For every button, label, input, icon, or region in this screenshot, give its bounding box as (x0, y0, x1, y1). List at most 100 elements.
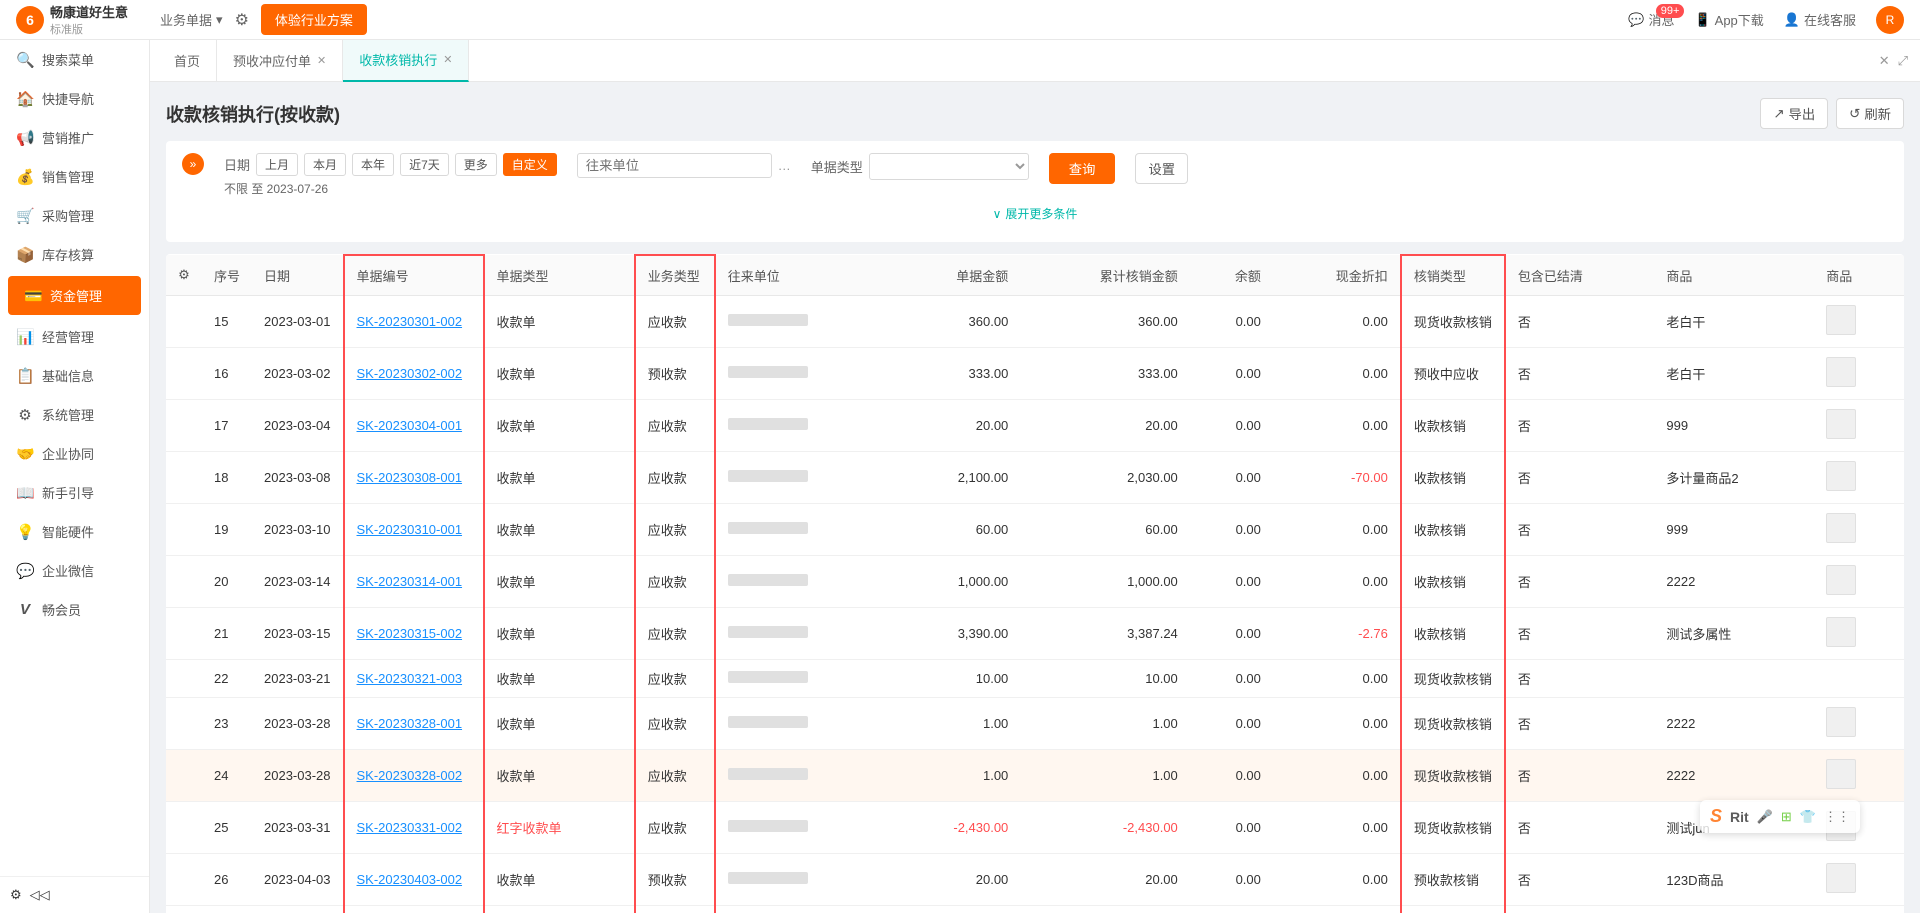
row-danhao[interactable]: SK-20230321-003 (344, 660, 484, 698)
row-settings[interactable] (166, 802, 202, 854)
sidebar-item-member[interactable]: V 畅会员 (0, 590, 149, 629)
row-settings[interactable] (166, 348, 202, 400)
voucher-type-select[interactable] (869, 153, 1029, 180)
row-settings[interactable] (166, 556, 202, 608)
sidebar-item-inventory[interactable]: 📦 库存核算 (0, 235, 149, 274)
cart-icon: 🛒 (16, 207, 34, 225)
settings-bottom-icon[interactable]: ⚙ (10, 887, 22, 903)
row-goods: 2222 (1654, 698, 1814, 750)
row-settings[interactable] (166, 698, 202, 750)
row-date: 2023-03-21 (252, 660, 344, 698)
date-btn-last-month[interactable]: 上月 (256, 153, 298, 176)
sidebar-item-hardware[interactable]: 💡 智能硬件 (0, 512, 149, 551)
row-cumulative: 2,030.00 (1020, 452, 1189, 504)
messages-item[interactable]: 💬 消息 99+ (1628, 10, 1674, 29)
row-yewu: 应收款 (635, 452, 715, 504)
tab-prepay-close[interactable]: ✕ (317, 54, 326, 67)
sidebar-item-basics[interactable]: 📋 基础信息 (0, 356, 149, 395)
table-row: 192023-03-10SK-20230310-001收款单应收款60.0060… (166, 504, 1904, 556)
row-danhao[interactable]: SK-20230403-002 (344, 854, 484, 906)
row-settings[interactable] (166, 750, 202, 802)
row-yewu: 应收款 (635, 698, 715, 750)
tab-prepay[interactable]: 预收冲应付单 ✕ (217, 40, 343, 82)
sidebar-item-system[interactable]: ⚙ 系统管理 (0, 395, 149, 434)
export-button[interactable]: ↗ 导出 (1760, 98, 1828, 129)
row-settings[interactable] (166, 452, 202, 504)
row-danhao[interactable]: SK-20230408-001 (344, 906, 484, 913)
row-danhao[interactable]: SK-20230331-002 (344, 802, 484, 854)
toggle-filter-btn[interactable]: » (182, 153, 204, 175)
col-settings-header[interactable]: ⚙ (166, 255, 202, 296)
row-settings[interactable] (166, 296, 202, 348)
row-settings[interactable] (166, 906, 202, 913)
row-settings[interactable] (166, 608, 202, 660)
nav-dropdown[interactable]: 业务单据 ▾ (160, 10, 223, 29)
partner-input[interactable] (577, 153, 772, 178)
row-danhao[interactable]: SK-20230302-002 (344, 348, 484, 400)
sidebar-item-sales[interactable]: 💰 销售管理 (0, 157, 149, 196)
date-btn-custom[interactable]: 自定义 (503, 153, 557, 176)
bulb-icon: 💡 (16, 523, 34, 541)
row-cumulative: 1.00 (1020, 698, 1189, 750)
table-row: 162023-03-02SK-20230302-002收款单预收款333.003… (166, 348, 1904, 400)
app-download-item[interactable]: 📱 App下载 (1694, 10, 1763, 29)
user-avatar[interactable]: R (1876, 6, 1904, 34)
row-goods: 测试多属性 (1654, 608, 1814, 660)
date-btn-this-year[interactable]: 本年 (352, 153, 394, 176)
date-btn-more[interactable]: 更多 (455, 153, 497, 176)
row-danhao[interactable]: SK-20230328-001 (344, 698, 484, 750)
app-download-label: App下载 (1715, 10, 1764, 29)
row-danhao[interactable]: SK-20230315-002 (344, 608, 484, 660)
row-danhao[interactable]: SK-20230308-001 (344, 452, 484, 504)
row-hexiao: 收款核销 (1401, 608, 1505, 660)
date-btn-this-month[interactable]: 本月 (304, 153, 346, 176)
collapse-icon[interactable]: ◁◁ (30, 887, 50, 903)
filter-settings-button[interactable]: 设置 (1135, 153, 1188, 184)
table-row: 172023-03-04SK-20230304-001收款单应收款20.0020… (166, 400, 1904, 452)
tab-collection-close[interactable]: ✕ (443, 53, 452, 66)
filter-area: » 日期 上月 本月 本年 近7天 更多 自定义 (166, 141, 1904, 242)
date-btn-7days[interactable]: 近7天 (400, 153, 449, 176)
row-cumulative: 20.00 (1020, 854, 1189, 906)
sidebar-label-finance: 资金管理 (50, 286, 102, 305)
sidebar-item-purchase[interactable]: 🛒 采购管理 (0, 196, 149, 235)
refresh-button[interactable]: ↺ 刷新 (1836, 98, 1904, 129)
tab-home[interactable]: 首页 (158, 40, 217, 82)
row-date: 2023-03-10 (252, 504, 344, 556)
sidebar-item-finance[interactable]: 💳 资金管理 (8, 276, 141, 315)
data-table: ⚙ 序号 日期 单据编号 单据类型 业务类型 往来单位 单据金额 累计核销金额 … (166, 254, 1904, 913)
expand-more-button[interactable]: ∨ 展开更多条件 (993, 205, 1078, 222)
sidebar-item-marketing[interactable]: 📢 营销推广 (0, 118, 149, 157)
expand-window-icon[interactable]: ⤢ (1898, 53, 1908, 69)
row-danhao[interactable]: SK-20230301-002 (344, 296, 484, 348)
row-danhao[interactable]: SK-20230304-001 (344, 400, 484, 452)
sidebar-item-quick[interactable]: 🏠 快捷导航 (0, 79, 149, 118)
row-danhao[interactable]: SK-20230328-002 (344, 750, 484, 802)
row-settings[interactable] (166, 400, 202, 452)
tab-home-label: 首页 (174, 51, 200, 70)
row-cumulative: 3,387.24 (1020, 608, 1189, 660)
row-yewu: 预收款 (635, 854, 715, 906)
row-included: 否 (1505, 750, 1655, 802)
sidebar-item-enterprise[interactable]: 🤝 企业协同 (0, 434, 149, 473)
sidebar-item-wechat[interactable]: 💬 企业微信 (0, 551, 149, 590)
close-window-icon[interactable]: ✕ (1879, 53, 1890, 69)
gear-icon[interactable]: ⚙ (235, 10, 249, 30)
online-service-item[interactable]: 👤 在线客服 (1784, 10, 1856, 29)
sidebar-label-purchase: 采购管理 (42, 206, 94, 225)
row-no: 15 (202, 296, 252, 348)
sidebar-item-search[interactable]: 🔍 搜索菜单 (0, 40, 149, 79)
sidebar-item-operations[interactable]: 📊 经营管理 (0, 317, 149, 356)
row-settings[interactable] (166, 504, 202, 556)
page-content: 收款核销执行(按收款) ↗ 导出 ↺ 刷新 (150, 82, 1920, 913)
top-logo: 6 畅康道好生意 标准版 (16, 2, 128, 37)
experience-button[interactable]: 体验行业方案 (261, 4, 367, 35)
tab-collection[interactable]: 收款核销执行 ✕ (343, 40, 469, 82)
row-settings[interactable] (166, 854, 202, 906)
query-button[interactable]: 查询 (1049, 153, 1116, 184)
sidebar-item-guide[interactable]: 📖 新手引导 (0, 473, 149, 512)
row-danhao[interactable]: SK-20230310-001 (344, 504, 484, 556)
row-settings[interactable] (166, 660, 202, 698)
row-danhao[interactable]: SK-20230314-001 (344, 556, 484, 608)
col-yewu-header: 业务类型 (635, 255, 715, 296)
